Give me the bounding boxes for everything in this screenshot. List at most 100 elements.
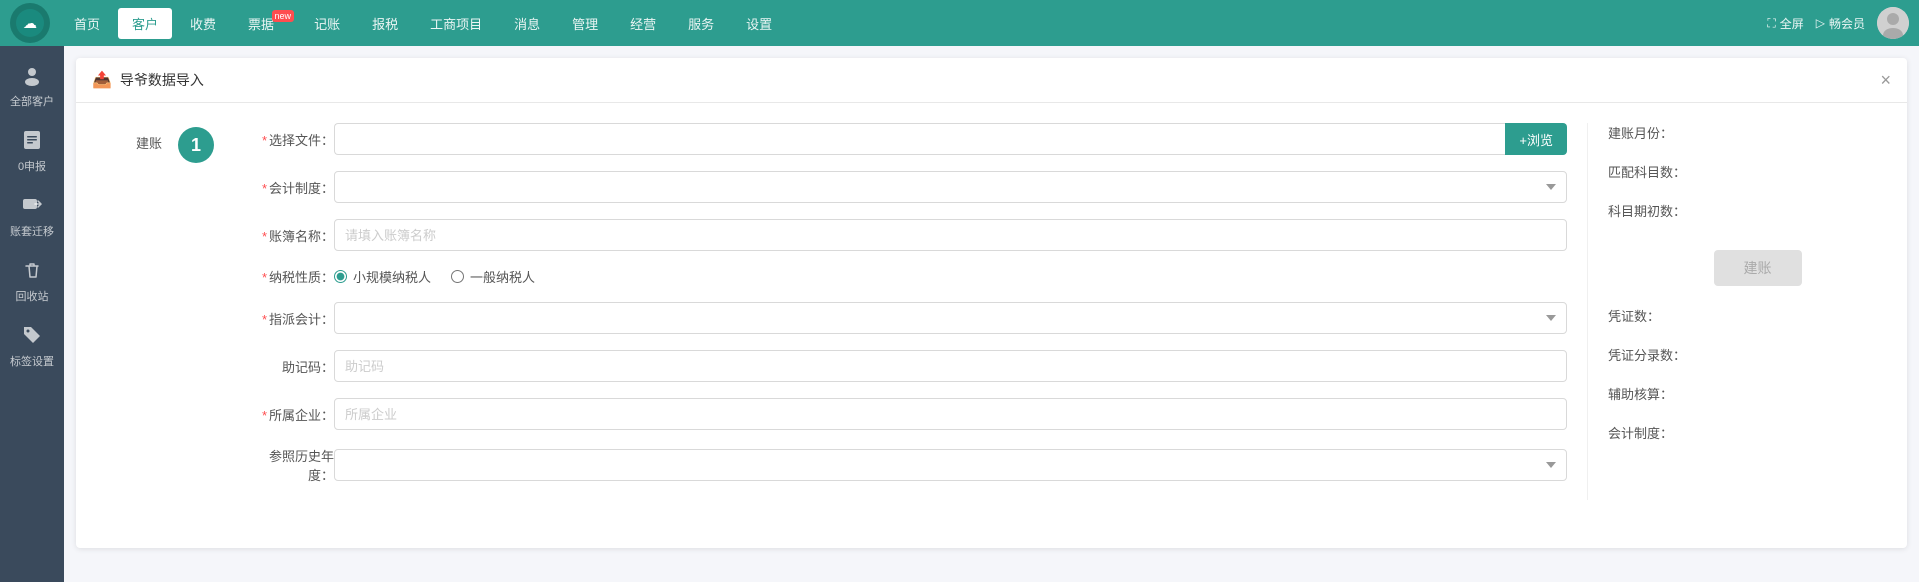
browse-button[interactable]: +浏览 — [1505, 123, 1567, 155]
ledger-name-label: 账簿名称： — [254, 226, 334, 245]
account-migration-label: 账套迁移 — [10, 223, 54, 239]
info-row-match-subjects: 匹配科目数： — [1608, 162, 1887, 181]
nav-home[interactable]: 首页 — [60, 8, 114, 39]
ledger-name-input[interactable] — [334, 219, 1567, 251]
form-area: 选择文件： +浏览 会计制度： — [234, 123, 1587, 500]
declaration-label: 0申报 — [18, 158, 46, 174]
declaration-icon — [21, 129, 43, 154]
info-row-accounting-system: 会计制度： — [1608, 423, 1887, 442]
fullscreen-label: 全屏 — [1780, 15, 1804, 32]
nav-operations[interactable]: 经营 — [616, 8, 670, 39]
nav-customers[interactable]: 客户 — [118, 8, 172, 39]
file-select-label: 选择文件： — [254, 130, 334, 149]
build-month-label: 建账月份： — [1608, 123, 1698, 142]
tag-settings-icon — [21, 324, 43, 349]
tax-type-row: 纳税性质： 小规模纳税人 一般纳税人 — [254, 267, 1567, 286]
member-button[interactable]: ▷ 畅会员 — [1816, 15, 1865, 32]
historical-year-row: 参照历史年度： — [254, 446, 1567, 484]
nav-right-actions: ⛶ 全屏 ▷ 畅会员 — [1767, 7, 1909, 39]
nav-business[interactable]: 工商项目 — [416, 8, 496, 39]
all-customers-label: 全部客户 — [10, 93, 54, 109]
info-panel: 建账月份： 匹配科目数： 科目期初数： 建账 — [1587, 123, 1907, 500]
account-migration-icon — [21, 194, 43, 219]
left-sidebar: 全部客户 0申报 账套迁移 — [0, 46, 64, 582]
nav-settings[interactable]: 设置 — [732, 8, 786, 39]
member-label: 畅会员 — [1829, 15, 1865, 32]
recycle-bin-label: 回收站 — [16, 288, 49, 304]
assign-accountant-label: 指派会计： — [254, 309, 334, 328]
accounting-system-label: 会计制度： — [254, 178, 334, 197]
sidebar-item-account-migration[interactable]: 账套迁移 — [3, 186, 61, 247]
dialog-header: 📤 导爷数据导入 × — [76, 58, 1907, 103]
memo-code-label: 助记码： — [254, 357, 334, 376]
close-button[interactable]: × — [1880, 71, 1891, 89]
affiliated-company-row: 所属企业： — [254, 398, 1567, 430]
info-row-voucher-entries: 凭证分录数： — [1608, 345, 1887, 364]
historical-year-label: 参照历史年度： — [254, 446, 334, 484]
nav-invoice[interactable]: 票据 new — [234, 8, 296, 39]
auxiliary-label: 辅助核算： — [1608, 384, 1698, 403]
build-account-button[interactable]: 建账 — [1714, 250, 1802, 286]
file-input-group: +浏览 — [334, 123, 1567, 155]
dialog-body: 建账 1 选择文件： +浏览 — [76, 103, 1907, 520]
svg-text:☁: ☁ — [23, 15, 37, 31]
main-content: 📤 导爷数据导入 × 建账 1 — [64, 46, 1919, 582]
info-row-vouchers: 凭证数： — [1608, 306, 1887, 325]
info-row-subject-opening: 科目期初数： — [1608, 201, 1887, 220]
upload-icon: 📤 — [92, 70, 112, 90]
tax-small-scale-option[interactable]: 小规模纳税人 — [334, 267, 431, 286]
affiliated-company-label: 所属企业： — [254, 405, 334, 424]
app-logo[interactable]: ☁ — [10, 3, 50, 43]
assign-accountant-select[interactable] — [334, 302, 1567, 334]
nav-billing[interactable]: 收费 — [176, 8, 230, 39]
historical-year-select[interactable] — [334, 449, 1567, 481]
memo-code-input[interactable] — [334, 350, 1567, 382]
tax-general-option[interactable]: 一般纳税人 — [451, 267, 535, 286]
accounting-system-select[interactable] — [334, 171, 1567, 203]
dialog-card: 📤 导爷数据导入 × 建账 1 — [76, 58, 1907, 548]
step-label: 建账 — [136, 133, 162, 152]
match-subjects-label: 匹配科目数： — [1608, 162, 1698, 181]
recycle-bin-icon — [21, 259, 43, 284]
play-icon: ▷ — [1816, 16, 1825, 30]
info-row-build-month: 建账月份： — [1608, 123, 1887, 142]
tax-type-radio-group: 小规模纳税人 一般纳税人 — [334, 267, 535, 286]
voucher-entries-label: 凭证分录数： — [1608, 345, 1698, 364]
fullscreen-button[interactable]: ⛶ 全屏 — [1767, 15, 1803, 32]
ledger-name-row: 账簿名称： — [254, 219, 1567, 251]
nav-bookkeeping[interactable]: 记账 — [300, 8, 354, 39]
main-layout: 全部客户 0申报 账套迁移 — [0, 46, 1919, 582]
dialog-title-text: 导爷数据导入 — [120, 70, 204, 90]
tax-small-scale-radio[interactable] — [334, 270, 347, 283]
tax-general-radio[interactable] — [451, 270, 464, 283]
accounting-system-info-label: 会计制度： — [1608, 423, 1698, 442]
top-navigation: ☁ 首页 客户 收费 票据 new 记账 报税 工商项目 消息 管理 经营 服务… — [0, 0, 1919, 46]
nav-management[interactable]: 管理 — [558, 8, 612, 39]
nav-items: 首页 客户 收费 票据 new 记账 报税 工商项目 消息 管理 经营 服务 设… — [60, 8, 1767, 39]
subject-opening-label: 科目期初数： — [1608, 201, 1698, 220]
file-select-row: 选择文件： +浏览 — [254, 123, 1567, 155]
nav-messages[interactable]: 消息 — [500, 8, 554, 39]
sidebar-item-recycle-bin[interactable]: 回收站 — [3, 251, 61, 312]
user-avatar[interactable] — [1877, 7, 1909, 39]
info-row-auxiliary: 辅助核算： — [1608, 384, 1887, 403]
file-select-input[interactable] — [334, 123, 1505, 155]
sidebar-item-declaration[interactable]: 0申报 — [3, 121, 61, 182]
assign-accountant-row: 指派会计： — [254, 302, 1567, 334]
affiliated-company-input[interactable] — [334, 398, 1567, 430]
step-section: 建账 1 — [76, 123, 234, 163]
step-badge: 1 — [178, 127, 214, 163]
new-badge: new — [272, 10, 295, 22]
tag-settings-label: 标签设置 — [10, 353, 54, 369]
nav-services[interactable]: 服务 — [674, 8, 728, 39]
nav-tax[interactable]: 报税 — [358, 8, 412, 39]
tax-small-scale-label: 小规模纳税人 — [353, 267, 431, 286]
sidebar-item-all-customers[interactable]: 全部客户 — [3, 56, 61, 117]
all-customers-icon — [21, 64, 43, 89]
accounting-system-row: 会计制度： — [254, 171, 1567, 203]
tax-type-label: 纳税性质： — [254, 267, 334, 286]
sidebar-item-tag-settings[interactable]: 标签设置 — [3, 316, 61, 377]
tax-general-label: 一般纳税人 — [470, 267, 535, 286]
vouchers-label: 凭证数： — [1608, 306, 1698, 325]
dialog-title: 📤 导爷数据导入 — [92, 70, 204, 90]
